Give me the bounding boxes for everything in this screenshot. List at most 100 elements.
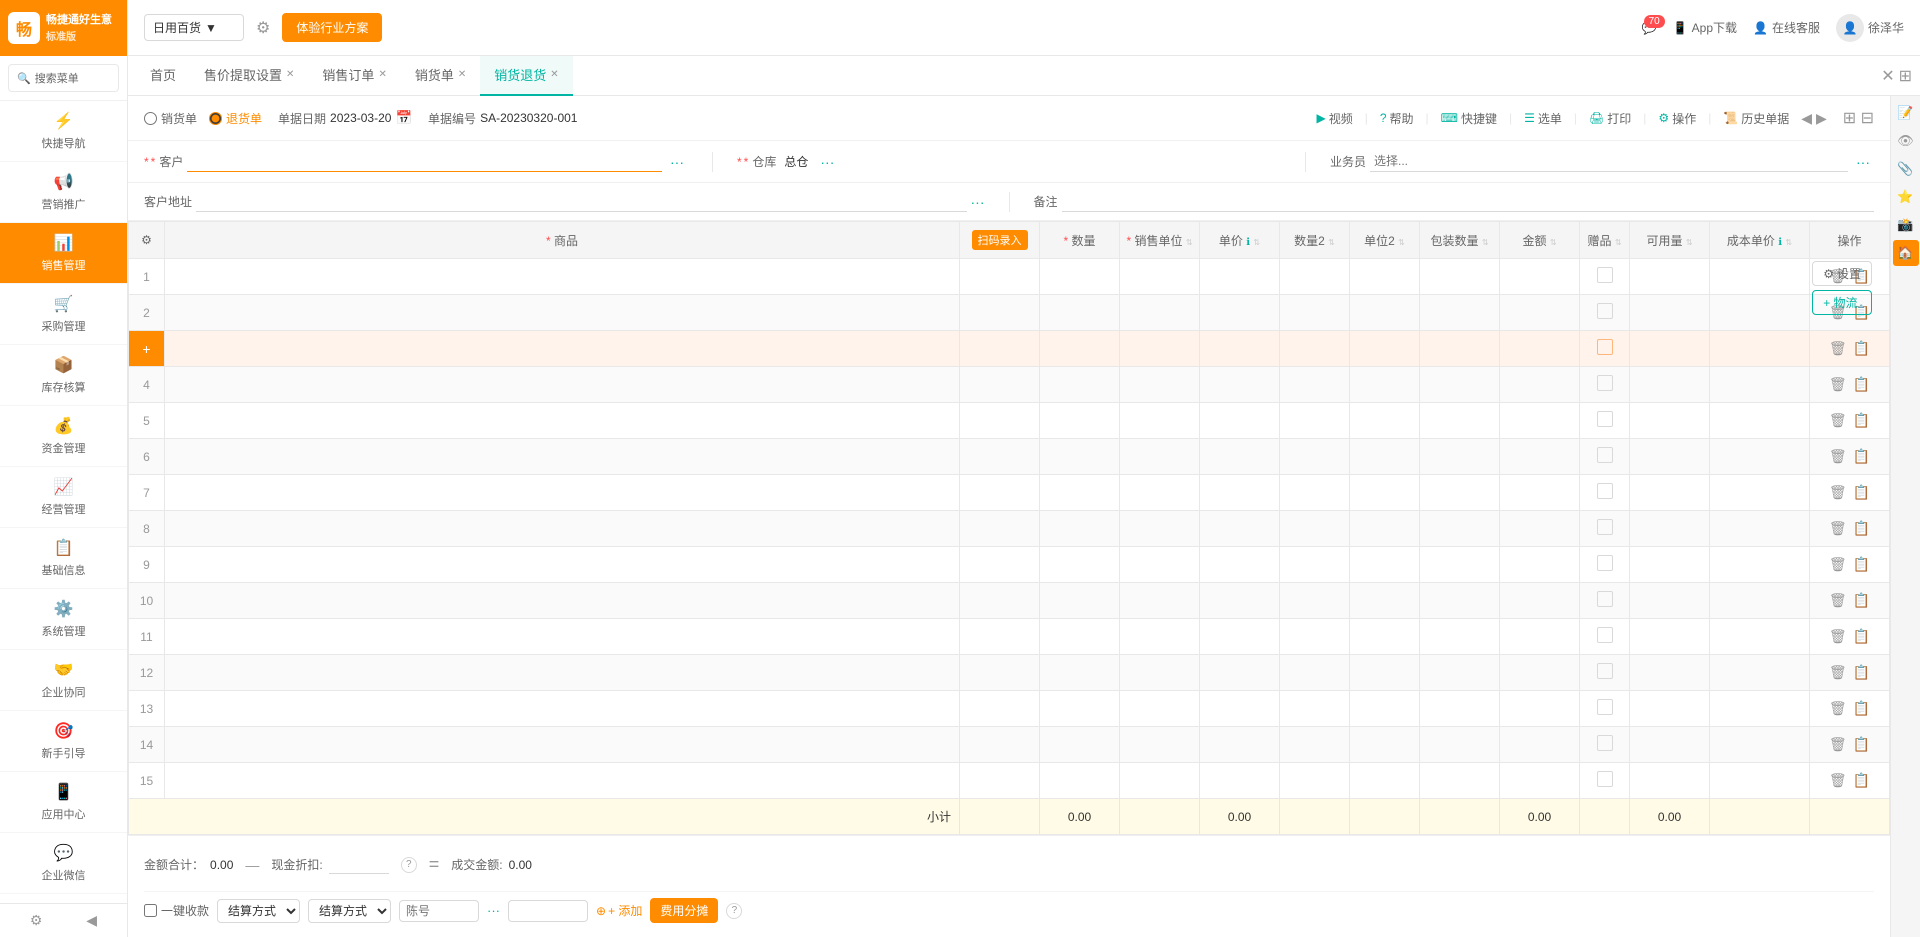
experience-btn[interactable]: 体验行业方案 <box>282 13 382 42</box>
copy-row-12-btn[interactable]: 📋 <box>1853 664 1870 681</box>
sidebar-item-operations[interactable]: 📈 经营管理 <box>0 467 127 528</box>
copy-row-9-btn[interactable]: 📋 <box>1853 556 1870 573</box>
delete-row-14-btn[interactable]: 🗑 <box>1829 736 1847 753</box>
delete-row-4-btn[interactable]: 🗑 <box>1829 376 1847 393</box>
delete-row-3-btn[interactable]: 🗑 <box>1829 340 1847 357</box>
address-picker-btn[interactable]: ··· <box>971 194 985 210</box>
th-scan[interactable]: 扫码录入 <box>960 222 1040 259</box>
amount-input[interactable] <box>508 900 588 922</box>
tab-close-all-btn[interactable]: ✕ <box>1881 66 1894 86</box>
delete-row-12-btn[interactable]: 🗑 <box>1829 664 1847 681</box>
sidebar-item-quick-nav[interactable]: ⚡ 快捷导航 <box>0 101 127 162</box>
delete-row-5-btn[interactable]: 🗑 <box>1829 412 1847 429</box>
warehouse-picker-btn[interactable]: ··· <box>816 154 838 170</box>
one-click-collect-checkbox[interactable] <box>144 904 157 917</box>
gift-checkbox-11[interactable] <box>1597 627 1613 643</box>
scan-btn[interactable]: 扫码录入 <box>972 230 1028 250</box>
sidebar-search[interactable]: 🔍 搜索菜单 <box>0 56 127 101</box>
address-input[interactable] <box>196 191 966 212</box>
copy-row-10-btn[interactable]: 📋 <box>1853 592 1870 609</box>
th-settings[interactable]: ⚙ <box>129 222 165 259</box>
sidebar-item-basic-info[interactable]: 📋 基础信息 <box>0 528 127 589</box>
video-btn[interactable]: ▶ 视频 <box>1316 110 1352 127</box>
copy-row-6-btn[interactable]: 📋 <box>1853 448 1870 465</box>
gift-checkbox-14[interactable] <box>1597 735 1613 751</box>
shortcut-btn[interactable]: ⌨ 快捷键 <box>1441 110 1497 127</box>
rt-btn-2[interactable]: 👁 <box>1893 128 1919 154</box>
gift-checkbox-9[interactable] <box>1597 555 1613 571</box>
one-click-collect-check[interactable]: 一键收款 <box>144 902 209 919</box>
search-menu-btn[interactable]: 🔍 搜索菜单 <box>8 64 119 92</box>
gift-checkbox-7[interactable] <box>1597 483 1613 499</box>
copy-row-5-btn[interactable]: 📋 <box>1853 412 1870 429</box>
customer-input[interactable] <box>187 151 662 172</box>
delete-row-9-btn[interactable]: 🗑 <box>1829 556 1847 573</box>
settings-form-btn[interactable]: ⚙ 设置 <box>1812 261 1872 286</box>
sidebar-item-marketing[interactable]: 📢 营销推广 <box>0 162 127 223</box>
equals-btn[interactable]: = <box>429 854 440 875</box>
salesperson-input[interactable] <box>1370 151 1848 172</box>
delete-row-7-btn[interactable]: 🗑 <box>1829 484 1847 501</box>
delete-row-13-btn[interactable]: 🗑 <box>1829 700 1847 717</box>
row-goods[interactable] <box>165 259 960 295</box>
gift-checkbox-4[interactable] <box>1597 375 1613 391</box>
sidebar-item-sales[interactable]: 📊 销售管理 <box>0 223 127 284</box>
delete-row-11-btn[interactable]: 🗑 <box>1829 628 1847 645</box>
radio-return-input[interactable] <box>209 112 222 125</box>
tab-sales-order[interactable]: 销售订单 ✕ <box>308 56 400 96</box>
discount-input[interactable] <box>329 855 389 874</box>
add-logistics-btn[interactable]: + 物流 <box>1812 290 1872 315</box>
copy-row-4-btn[interactable]: 📋 <box>1853 376 1870 393</box>
tab-sales-order-close[interactable]: ✕ <box>378 69 386 80</box>
delete-row-8-btn[interactable]: 🗑 <box>1829 520 1847 537</box>
calculation-select[interactable]: 结算方式 <box>308 899 391 923</box>
customer-picker-btn[interactable]: ··· <box>666 154 688 170</box>
tab-sales-return-close[interactable]: ✕ <box>550 69 558 80</box>
gift-checkbox-5[interactable] <box>1597 411 1613 427</box>
delete-row-10-btn[interactable]: 🗑 <box>1829 592 1847 609</box>
copy-row-3-btn[interactable]: 📋 <box>1853 340 1870 357</box>
payment-add-btn[interactable]: ⊕ + 添加 <box>596 902 642 919</box>
sidebar-item-wechat[interactable]: 💬 企业微信 <box>0 833 127 894</box>
online-service-btn[interactable]: 👤 在线客服 <box>1753 19 1820 36</box>
copy-row-11-btn[interactable]: 📋 <box>1853 628 1870 645</box>
account-picker-btn[interactable]: ··· <box>487 903 500 918</box>
copy-row-15-btn[interactable]: 📋 <box>1853 772 1870 789</box>
remark-input[interactable] <box>1062 191 1874 212</box>
salesperson-picker-btn[interactable]: ··· <box>1852 154 1874 170</box>
sidebar-item-inventory[interactable]: 📦 库存核算 <box>0 345 127 406</box>
gift-checkbox-6[interactable] <box>1597 447 1613 463</box>
copy-row-13-btn[interactable]: 📋 <box>1853 700 1870 717</box>
select-btn[interactable]: ☰ 选单 <box>1524 110 1562 127</box>
discount-info-btn[interactable]: ? <box>401 857 417 873</box>
tab-sales-return[interactable]: 销货退货 ✕ <box>480 56 572 96</box>
gift-checkbox-3[interactable] <box>1597 339 1613 355</box>
gift-checkbox-10[interactable] <box>1597 591 1613 607</box>
radio-delivery[interactable]: 销货单 <box>144 110 197 127</box>
gift-checkbox-8[interactable] <box>1597 519 1613 535</box>
split-btn[interactable]: 费用分摊 <box>650 898 718 923</box>
gift-checkbox-12[interactable] <box>1597 663 1613 679</box>
sidebar-item-system[interactable]: ⚙️ 系统管理 <box>0 589 127 650</box>
rt-btn-1[interactable]: 📝 <box>1893 100 1919 126</box>
rt-btn-5[interactable]: 📸 <box>1893 212 1919 238</box>
account-input[interactable] <box>399 900 479 922</box>
sidebar-item-finance[interactable]: 💰 资金管理 <box>0 406 127 467</box>
tab-sales-delivery-close[interactable]: ✕ <box>458 69 466 80</box>
sidebar-item-enterprise[interactable]: 🤝 企业协同 <box>0 650 127 711</box>
notification-btn[interactable]: 💬 70 <box>1642 21 1657 35</box>
sidebar-item-app-center[interactable]: 📱 应用中心 <box>0 772 127 833</box>
gift-checkbox-1[interactable] <box>1597 267 1613 283</box>
settings-gear-btn[interactable]: ⚙ <box>252 14 274 42</box>
delete-row-6-btn[interactable]: 🗑 <box>1829 448 1847 465</box>
copy-row-7-btn[interactable]: 📋 <box>1853 484 1870 501</box>
date-picker-btn[interactable]: 📅 <box>395 110 412 126</box>
split-info-btn[interactable]: ? <box>726 903 742 919</box>
sidebar-collapse-btn[interactable]: ◀ <box>86 912 97 929</box>
history-btn[interactable]: 📜 历史单据 <box>1723 110 1789 127</box>
radio-delivery-input[interactable] <box>144 112 157 125</box>
rt-btn-6[interactable]: 🏠 <box>1893 240 1919 266</box>
sidebar-item-guide[interactable]: 🎯 新手引导 <box>0 711 127 772</box>
gift-checkbox-2[interactable] <box>1597 303 1613 319</box>
add-row-btn[interactable]: + <box>137 339 157 359</box>
